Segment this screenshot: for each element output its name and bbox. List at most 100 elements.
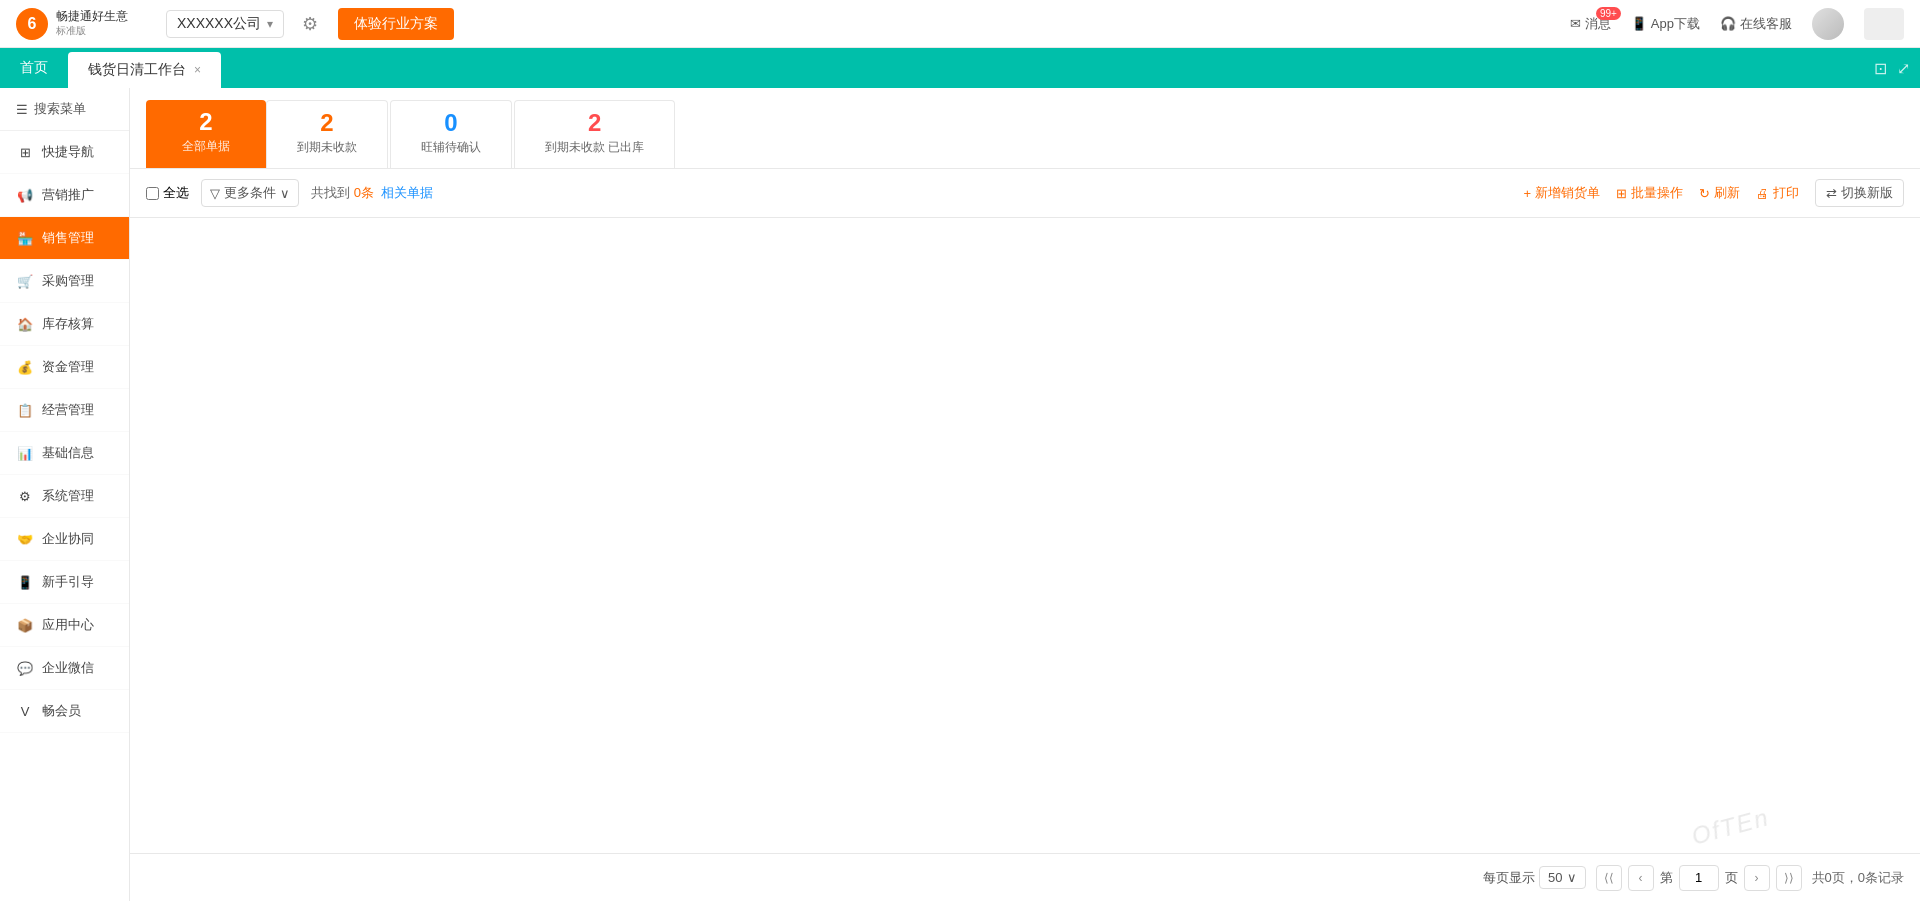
settings-button[interactable]: ⚙	[294, 8, 326, 40]
message-button[interactable]: ✉ 消息 99+	[1570, 15, 1611, 33]
page-size-value: 50	[1548, 870, 1562, 885]
next-page-button[interactable]: ›	[1744, 865, 1770, 891]
page-suffix: 页	[1725, 869, 1738, 887]
stat-num-shipped: 2	[588, 109, 601, 137]
batch-button[interactable]: ⊞ 批量操作	[1616, 184, 1683, 202]
prev-page-button[interactable]: ‹	[1628, 865, 1654, 891]
logo-icon: 6	[16, 8, 48, 40]
page-size-select-box[interactable]: 50 ∨	[1539, 866, 1585, 889]
app-download-button[interactable]: 📱 App下载	[1631, 15, 1700, 33]
nav-tab-actions: ⊡ ⤢	[1874, 48, 1920, 88]
toolbar-right: + 新增销货单 ⊞ 批量操作 ↻ 刷新 🖨 打印 ⇄ 切换新版	[1523, 179, 1904, 207]
cooperation-icon: 🤝	[16, 530, 34, 548]
message-icon: ✉	[1570, 16, 1581, 31]
finance-icon: 💰	[16, 358, 34, 376]
sales-icon: 🏪	[16, 229, 34, 247]
stat-label-pending: 旺辅待确认	[421, 139, 481, 156]
select-all-input[interactable]	[146, 187, 159, 200]
filter-button[interactable]: ▽ 更多条件 ∨	[201, 179, 299, 207]
page-number-input[interactable]	[1679, 865, 1719, 891]
qianghuo-tab-label: 钱货日清工作台	[88, 61, 186, 79]
page-size-selector: 每页显示 50 ∨	[1483, 866, 1585, 889]
sidebar-item-basic[interactable]: 📊 基础信息	[0, 432, 129, 475]
first-page-button[interactable]: ⟨⟨	[1596, 865, 1622, 891]
basic-icon: 📊	[16, 444, 34, 462]
sidebar-item-sales[interactable]: 🏪 销售管理	[0, 217, 129, 260]
toolbar: 全选 ▽ 更多条件 ∨ 共找到 0条 相关单据 + 新增销货单 ⊞ 批量操作	[130, 169, 1920, 218]
stat-tab-shipped[interactable]: 2 到期未收款 已出库	[514, 100, 675, 168]
add-button[interactable]: + 新增销货单	[1523, 184, 1600, 202]
sidebar-item-quick-nav[interactable]: ⊞ 快捷导航	[0, 131, 129, 174]
gear-icon: ⚙	[302, 13, 318, 35]
message-badge: 99+	[1596, 7, 1621, 20]
user-name-area	[1864, 8, 1904, 40]
stat-tab-all[interactable]: 2 全部单据	[146, 100, 266, 168]
related-link[interactable]: 相关单据	[381, 185, 433, 200]
online-service-button[interactable]: 🎧 在线客服	[1720, 15, 1792, 33]
sidebar-item-inventory[interactable]: 🏠 库存核算	[0, 303, 129, 346]
minimize-icon[interactable]: ⊡	[1874, 59, 1887, 78]
experience-button[interactable]: 体验行业方案	[338, 8, 454, 40]
search-menu-button[interactable]: ☰ 搜索菜单	[0, 88, 129, 131]
refresh-label: 刷新	[1714, 184, 1740, 202]
found-count: 0条	[354, 185, 374, 200]
page-size-label: 每页显示	[1483, 869, 1535, 887]
add-icon: +	[1523, 186, 1531, 201]
expand-icon[interactable]: ⤢	[1897, 59, 1910, 78]
refresh-icon: ↻	[1699, 186, 1710, 201]
stat-label-shipped: 到期未收款 已出库	[545, 139, 644, 156]
select-all-checkbox[interactable]: 全选	[146, 184, 189, 202]
total-records: 共0页，0条记录	[1812, 869, 1904, 887]
sidebar-item-label: 资金管理	[42, 358, 94, 376]
sidebar-item-cooperation[interactable]: 🤝 企业协同	[0, 518, 129, 561]
sidebar-item-label: 快捷导航	[42, 143, 94, 161]
search-icon: ☰	[16, 102, 28, 117]
sidebar-item-system[interactable]: ⚙ 系统管理	[0, 475, 129, 518]
sidebar-item-purchase[interactable]: 🛒 采购管理	[0, 260, 129, 303]
sidebar-item-finance[interactable]: 💰 资金管理	[0, 346, 129, 389]
switch-icon: ⇄	[1826, 186, 1837, 201]
sidebar-item-label: 新手引导	[42, 573, 94, 591]
operation-icon: 📋	[16, 401, 34, 419]
sidebar-item-marketing[interactable]: 📢 营销推广	[0, 174, 129, 217]
print-button[interactable]: 🖨 打印	[1756, 184, 1799, 202]
chevron-down-icon: ▾	[267, 17, 273, 31]
company-selector[interactable]: XXXXXX公司 ▾	[166, 10, 284, 38]
sidebar-item-guide[interactable]: 📱 新手引导	[0, 561, 129, 604]
last-page-button[interactable]: ⟩⟩	[1776, 865, 1802, 891]
sidebar: ☰ 搜索菜单 ⊞ 快捷导航 📢 营销推广 🏪 销售管理 🛒 采购管理 🏠 库存核…	[0, 88, 130, 901]
close-icon[interactable]: ×	[194, 63, 201, 77]
sidebar-item-operation[interactable]: 📋 经营管理	[0, 389, 129, 432]
logo-name: 畅捷通好生意	[56, 9, 128, 25]
sidebar-item-label: 企业协同	[42, 530, 94, 548]
sidebar-item-label: 营销推广	[42, 186, 94, 204]
sidebar-item-label: 企业微信	[42, 659, 94, 677]
table-area	[130, 218, 1920, 853]
sidebar-item-label: 库存核算	[42, 315, 94, 333]
avatar[interactable]	[1812, 8, 1844, 40]
tab-home[interactable]: 首页	[0, 48, 68, 88]
sidebar-item-label: 销售管理	[42, 229, 94, 247]
select-all-label: 全选	[163, 184, 189, 202]
stat-tab-pending[interactable]: 0 旺辅待确认	[390, 100, 512, 168]
marketing-icon: 📢	[16, 186, 34, 204]
switch-version-button[interactable]: ⇄ 切换新版	[1815, 179, 1904, 207]
sidebar-item-label: 采购管理	[42, 272, 94, 290]
tab-qianghuo[interactable]: 钱货日清工作台 ×	[68, 52, 221, 88]
filter-label: 更多条件	[224, 184, 276, 202]
sidebar-item-member[interactable]: V 畅会员	[0, 690, 129, 733]
company-name: XXXXXX公司	[177, 15, 261, 33]
stat-tab-overdue[interactable]: 2 到期未收款	[266, 100, 388, 168]
sidebar-item-label: 应用中心	[42, 616, 94, 634]
sidebar-item-appstore[interactable]: 📦 应用中心	[0, 604, 129, 647]
found-text: 共找到 0条 相关单据	[311, 184, 433, 202]
stat-num-all: 2	[199, 108, 212, 136]
guide-icon: 📱	[16, 573, 34, 591]
service-label: 在线客服	[1740, 15, 1792, 33]
refresh-button[interactable]: ↻ 刷新	[1699, 184, 1740, 202]
batch-icon: ⊞	[1616, 186, 1627, 201]
chevron-down-icon: ∨	[280, 186, 290, 201]
sidebar-item-wechat[interactable]: 💬 企业微信	[0, 647, 129, 690]
member-icon: V	[16, 702, 34, 720]
print-label: 打印	[1773, 184, 1799, 202]
